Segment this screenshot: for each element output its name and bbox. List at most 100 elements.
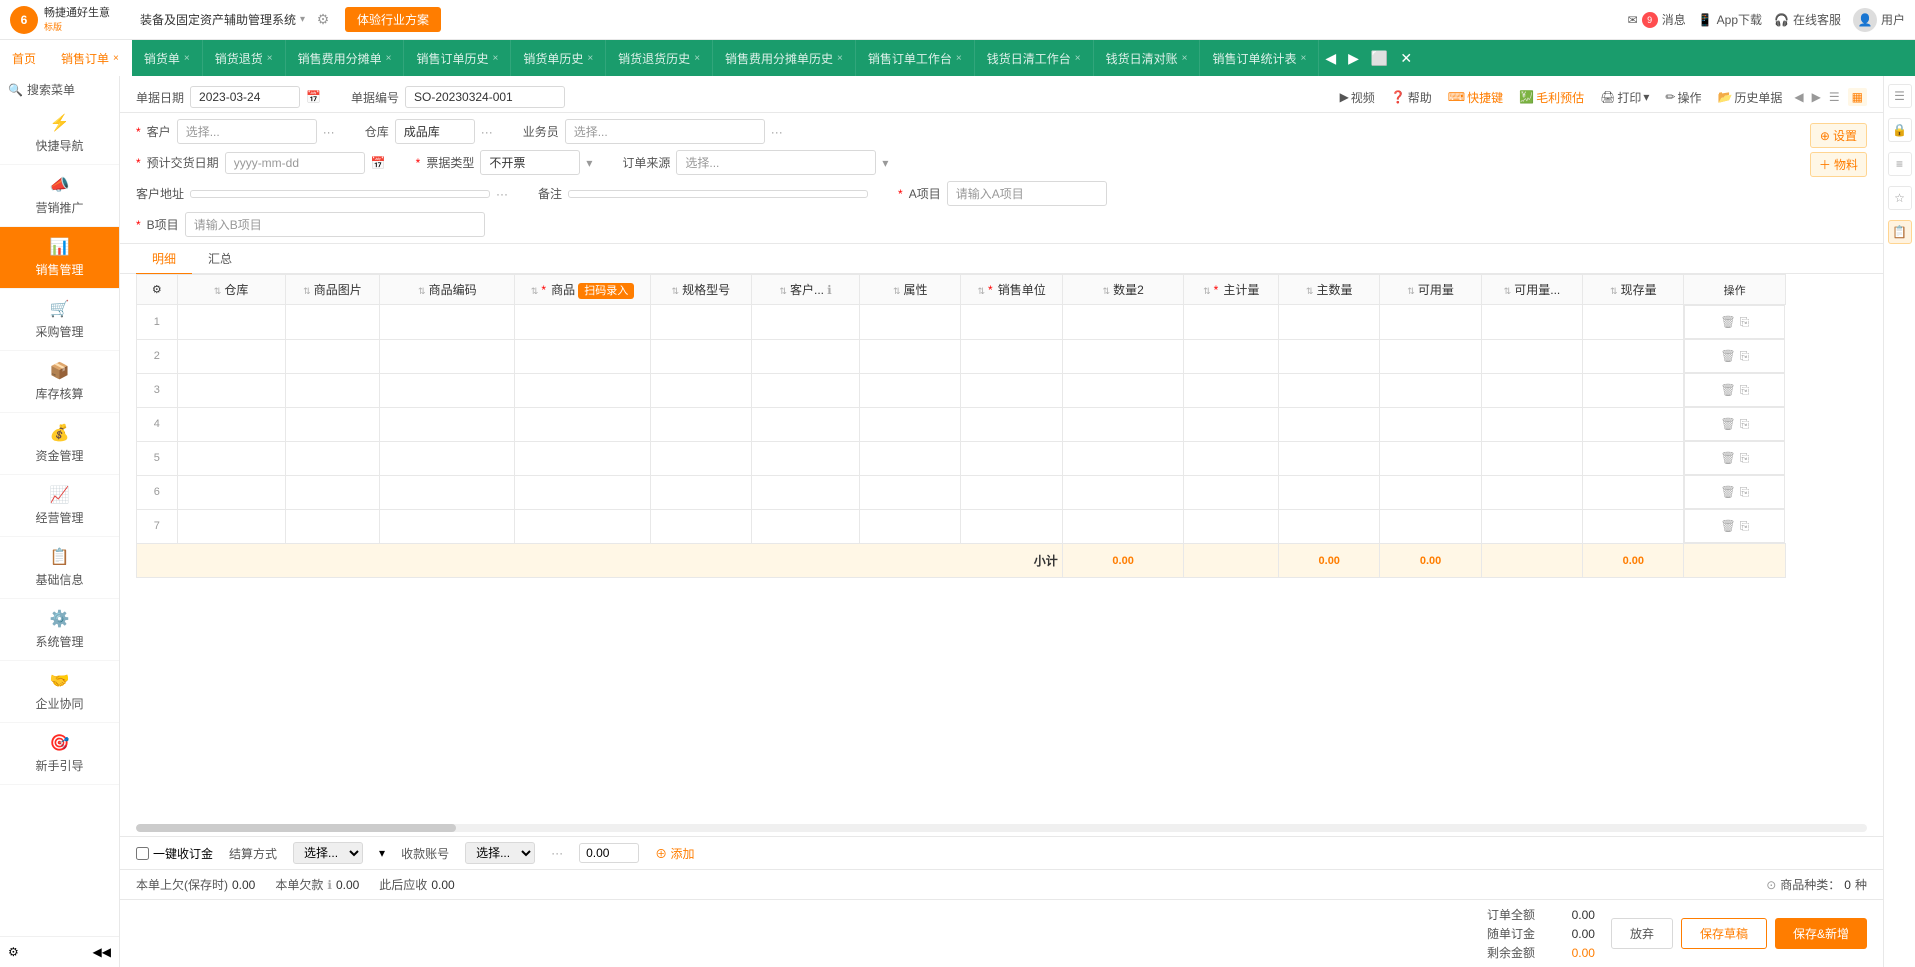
rs-icon-3[interactable]: ≡ — [1888, 152, 1912, 176]
app-download-item[interactable]: 📱 App下载 — [1698, 11, 1762, 28]
save-new-btn[interactable]: 保存&新增 — [1775, 918, 1867, 949]
th-customer-no[interactable]: ⇅ 客户... ℹ — [751, 275, 859, 305]
row-copy-icon[interactable]: ⎘ — [1740, 519, 1750, 534]
nav-next-icon[interactable]: ▶ — [1812, 90, 1821, 104]
sidebar-item-marketing[interactable]: 📣 营销推广 — [0, 165, 119, 227]
tab-sales-invoice[interactable]: 销货单 × — [132, 40, 203, 76]
discard-btn[interactable]: 放弃 — [1611, 918, 1673, 949]
row-delete-icon[interactable]: 🗑 — [1720, 485, 1735, 499]
tab-sales-order[interactable]: 销售订单 × — [49, 40, 132, 76]
no-input[interactable]: SO-20230324-001 — [405, 86, 565, 108]
view-btn[interactable]: ▶ 视频 — [1336, 87, 1379, 108]
one-key-checkbox-input[interactable] — [136, 847, 149, 860]
settings-btn[interactable]: ⊕ ⊕ 设置 设置 — [1810, 123, 1867, 148]
th-stock[interactable]: ⇅ 现存量 — [1583, 275, 1684, 305]
tab-close-icon[interactable]: × — [386, 53, 392, 64]
tab-cost-history[interactable]: 销售费用分摊单历史 × — [713, 40, 856, 76]
tab-cash-workbench[interactable]: 钱货日清工作台 × — [975, 40, 1094, 76]
add-payment-btn[interactable]: ⊕ 添加 — [655, 845, 694, 862]
th-available[interactable]: ⇅ 可用量 — [1380, 275, 1481, 305]
nav-prev-icon[interactable]: ◀ — [1794, 90, 1803, 104]
th-warehouse[interactable]: ⇅ 仓库 — [177, 275, 285, 305]
tab-sales-return[interactable]: 销货退货 × — [203, 40, 286, 76]
th-image[interactable]: ⇅ 商品图片 — [285, 275, 380, 305]
tab-sales-stats[interactable]: 销售订单统计表 × — [1200, 40, 1319, 76]
sidebar-item-sales[interactable]: 📊 销售管理 — [0, 227, 119, 289]
one-key-checkbox[interactable]: 一键收订金 — [136, 845, 213, 862]
rs-icon-5[interactable]: 📋 — [1888, 220, 1912, 244]
invoice-select[interactable]: 不开票 — [480, 150, 580, 175]
tab-close-icon[interactable]: × — [694, 53, 700, 64]
tab-close-icon[interactable]: × — [1182, 53, 1188, 64]
product-count-icon[interactable]: ⊙ — [1766, 878, 1776, 892]
tab-order-history[interactable]: 销售订单历史 × — [404, 40, 511, 76]
date-input[interactable]: 2023-03-24 — [190, 86, 300, 108]
tab-return-history[interactable]: 销货退货历史 × — [606, 40, 713, 76]
row-delete-icon[interactable]: 🗑 — [1720, 519, 1735, 533]
tab-detail[interactable]: 明细 — [136, 244, 192, 275]
customer-input[interactable]: 选择... — [177, 119, 317, 144]
row-copy-icon[interactable]: ⎘ — [1740, 349, 1750, 364]
tab-maximize-icon[interactable]: ⬜ — [1365, 40, 1394, 76]
order-source-caret-icon[interactable]: ▾ — [882, 156, 888, 170]
warehouse-input[interactable]: 成品库 — [395, 119, 475, 144]
user-item[interactable]: 👤 用户 — [1853, 8, 1905, 32]
history-btn[interactable]: 📂 历史单据 — [1713, 87, 1786, 108]
delivery-input[interactable]: yyyy-mm-dd — [225, 152, 365, 174]
tab-cash-reconcile[interactable]: 钱货日清对账 × — [1094, 40, 1201, 76]
a-project-input[interactable]: 请输入A项目 — [947, 181, 1107, 206]
shortcut-btn[interactable]: ⌨ 快捷键 — [1444, 87, 1507, 108]
sidebar-item-system[interactable]: ⚙️ 系统管理 — [0, 599, 119, 661]
order-source-input[interactable]: 选择... — [676, 150, 876, 175]
th-available2[interactable]: ⇅ 可用量... — [1481, 275, 1582, 305]
row-delete-icon[interactable]: 🗑 — [1720, 383, 1735, 397]
sidebar-collapse-icon[interactable]: ◀◀ — [93, 945, 111, 959]
operation-btn[interactable]: ✏ 操作 — [1661, 87, 1705, 108]
account-more-icon[interactable]: ··· — [551, 846, 563, 860]
row-copy-icon[interactable]: ⎘ — [1740, 383, 1750, 398]
tab-sales-cost[interactable]: 销售费用分摊单 × — [286, 40, 405, 76]
tab-close-all-icon[interactable]: ✕ — [1394, 40, 1418, 76]
sidebar-item-collab[interactable]: 🤝 企业协同 — [0, 661, 119, 723]
scrollbar-track[interactable] — [136, 824, 1867, 832]
search-menu-btn[interactable]: 🔍 搜索菜单 — [0, 76, 119, 103]
tab-order-workbench[interactable]: 销售订单工作台 × — [856, 40, 975, 76]
row-copy-icon[interactable]: ⎘ — [1740, 451, 1750, 466]
grid-view-icon[interactable]: ▦ — [1848, 88, 1867, 106]
tab-close-icon[interactable]: × — [492, 53, 498, 64]
tab-close-icon[interactable]: × — [956, 53, 962, 64]
th-attribute[interactable]: ⇅ 属性 — [860, 275, 961, 305]
tab-close-icon[interactable]: × — [1300, 53, 1306, 64]
tab-close-icon[interactable]: × — [113, 53, 119, 64]
row-delete-icon[interactable]: 🗑 — [1720, 417, 1735, 431]
print-btn[interactable]: 🖨 打印 ▾ — [1596, 87, 1653, 108]
scrollbar-thumb[interactable] — [136, 824, 456, 832]
message-icon-item[interactable]: ✉ 9 消息 — [1628, 11, 1686, 28]
online-service-item[interactable]: 🎧 在线客服 — [1774, 11, 1841, 28]
sidebar-item-basic[interactable]: 📋 基础信息 — [0, 537, 119, 599]
account-select[interactable]: 选择... — [465, 842, 535, 864]
sidebar-item-guide[interactable]: 🎯 新手引导 — [0, 723, 119, 785]
row-delete-icon[interactable]: 🗑 — [1720, 451, 1735, 465]
tab-close-icon[interactable]: × — [1075, 53, 1081, 64]
payment-amount-input[interactable] — [579, 843, 639, 863]
rs-icon-1[interactable]: ☰ — [1888, 84, 1912, 108]
tab-close-icon[interactable]: × — [267, 53, 273, 64]
sidebar-item-quick-nav[interactable]: ⚡ 快捷导航 — [0, 103, 119, 165]
settlement-select[interactable]: 选择... — [293, 842, 363, 864]
th-spec[interactable]: ⇅ 规格型号 — [650, 275, 751, 305]
sidebar-item-finance[interactable]: 💰 资金管理 — [0, 413, 119, 475]
sidebar-item-operations[interactable]: 📈 经营管理 — [0, 475, 119, 537]
rs-icon-2[interactable]: 🔒 — [1888, 118, 1912, 142]
tab-home[interactable]: 首页 — [0, 40, 49, 76]
th-code[interactable]: ⇅ 商品编码 — [380, 275, 515, 305]
rs-icon-4[interactable]: ☆ — [1888, 186, 1912, 210]
staff-input[interactable]: 选择... — [565, 119, 765, 144]
delivery-calendar-icon[interactable]: 📅 — [371, 156, 386, 170]
warehouse-more-icon[interactable]: ··· — [481, 125, 493, 139]
tab-next-icon[interactable]: ▶ — [1342, 40, 1365, 76]
row-delete-icon[interactable]: 🗑 — [1720, 349, 1735, 363]
tab-close-icon[interactable]: × — [184, 53, 190, 64]
system-caret-icon[interactable]: ▾ — [300, 14, 305, 25]
th-product[interactable]: ⇅ * 商品 扫码录入 — [515, 275, 650, 305]
